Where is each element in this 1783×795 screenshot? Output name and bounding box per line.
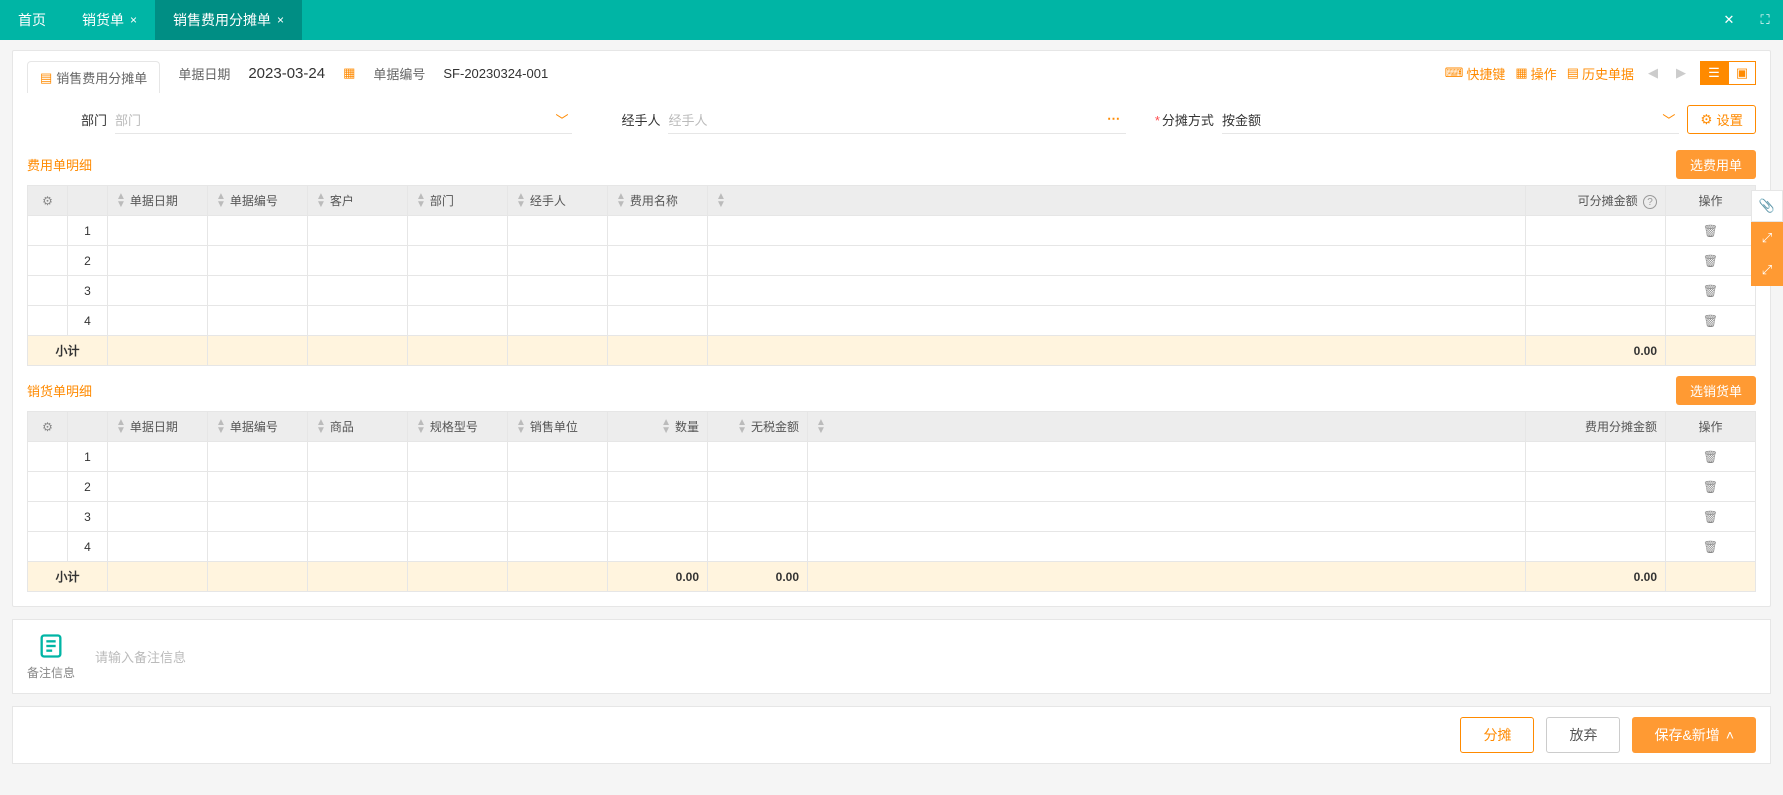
delete-icon[interactable]: 🗑	[1703, 450, 1718, 464]
side-rail: 📎 ⤢ ⤢	[1751, 190, 1783, 286]
subtotal-row: 小计 0.00	[28, 336, 1756, 366]
method-select[interactable]: 按金额 ﹀	[1222, 106, 1679, 134]
col-alloc[interactable]: 可分摊金额 ?	[1526, 186, 1666, 216]
handler-label: 经手人	[580, 110, 660, 129]
col-qty[interactable]: ▲▼数量	[608, 412, 708, 442]
table-row[interactable]: 3🗑	[28, 502, 1756, 532]
table-row[interactable]: 1🗑	[28, 216, 1756, 246]
col-customer[interactable]: ▲▼客户	[308, 186, 408, 216]
expand-icon: ⤢	[1762, 230, 1772, 246]
close-icon[interactable]: ×	[277, 13, 284, 27]
paperclip-icon: 📎	[1759, 198, 1775, 214]
history-button[interactable]: ▤ 历史单据	[1567, 64, 1634, 83]
delete-icon[interactable]: 🗑	[1703, 480, 1718, 494]
delete-icon[interactable]: 🗑	[1703, 540, 1718, 554]
gear-header[interactable]: ⚙	[28, 186, 68, 216]
date-label: 单据日期	[178, 64, 230, 83]
col-docno[interactable]: ▲▼单据编号	[208, 412, 308, 442]
view-standard-button[interactable]: ☰	[1700, 61, 1728, 85]
gear-icon: ⚙	[1700, 112, 1712, 128]
attachment-button[interactable]: 📎	[1751, 190, 1783, 222]
subtotal-row: 小计 0.00 0.00 0.00	[28, 562, 1756, 592]
view-compact-button[interactable]: ▣	[1728, 61, 1756, 85]
docno-label: 单据编号	[373, 64, 425, 83]
window-close-button[interactable]: ✕	[1711, 0, 1747, 40]
handler-select[interactable]: 经手人 ⋯	[668, 106, 1125, 134]
col-feename[interactable]: ▲▼费用名称	[608, 186, 708, 216]
col-notax[interactable]: ▲▼无税金额	[708, 412, 808, 442]
expand-button[interactable]: ⤢	[1751, 222, 1783, 254]
col-handler[interactable]: ▲▼经手人	[508, 186, 608, 216]
remarks-section: 备注信息 请输入备注信息	[12, 619, 1771, 694]
sec1-title: 费用单明细	[27, 155, 92, 174]
col-spec[interactable]: ▲▼规格型号	[408, 412, 508, 442]
chevron-down-icon: ﹀	[555, 110, 568, 129]
col-product[interactable]: ▲▼商品	[308, 412, 408, 442]
top-tabs: 首页 销货单× 销售费用分摊单× ✕ ⛶	[0, 0, 1783, 40]
document-icon: ▤	[40, 70, 52, 86]
form-type-label: 销售费用分摊单	[56, 68, 147, 87]
table-row[interactable]: 1🗑	[28, 442, 1756, 472]
help-icon[interactable]: ?	[1643, 195, 1657, 209]
settings-button[interactable]: ⚙设置	[1687, 105, 1756, 134]
close-icon[interactable]: ×	[130, 13, 137, 27]
remarks-label: 备注信息	[27, 664, 75, 681]
gear-icon: ⚙	[42, 420, 53, 434]
table-row[interactable]: 2🗑	[28, 246, 1756, 276]
discard-button[interactable]: 放弃	[1546, 717, 1620, 753]
select-sales-button[interactable]: 选销货单	[1676, 376, 1756, 405]
delete-icon[interactable]: 🗑	[1703, 254, 1718, 268]
table-row[interactable]: 4🗑	[28, 532, 1756, 562]
table-row[interactable]: 3🗑	[28, 276, 1756, 306]
chevron-up-icon: ˄	[1726, 727, 1734, 743]
date-value[interactable]: 2023-03-24	[248, 65, 325, 82]
prev-doc-icon[interactable]: ◀	[1644, 65, 1662, 81]
expense-detail-table: ⚙ ▲▼单据日期 ▲▼单据编号 ▲▼客户 ▲▼部门 ▲▼经手人 ▲▼费用名称 ▲…	[27, 185, 1756, 366]
docno-value: SF-20230324-001	[443, 66, 548, 81]
table-row[interactable]: 2🗑	[28, 472, 1756, 502]
sec2-title: 销货单明细	[27, 381, 92, 400]
more-icon: ⋯	[1107, 111, 1122, 127]
gear-header[interactable]: ⚙	[28, 412, 68, 442]
window-fullscreen-button[interactable]: ⛶	[1747, 0, 1783, 40]
select-expense-button[interactable]: 选费用单	[1676, 150, 1756, 179]
col-date[interactable]: ▲▼单据日期	[108, 412, 208, 442]
notes-icon	[37, 632, 65, 660]
delete-icon[interactable]: 🗑	[1703, 314, 1718, 328]
expand-icon: ⤢	[1762, 262, 1772, 278]
delete-icon[interactable]: 🗑	[1703, 284, 1718, 298]
col-dept[interactable]: ▲▼部门	[408, 186, 508, 216]
table-row[interactable]: 4🗑	[28, 306, 1756, 336]
col-ops: 操作	[1666, 186, 1756, 216]
save-and-new-button[interactable]: 保存&新增 ˄	[1632, 717, 1756, 753]
footer-actions: 分摊 放弃 保存&新增 ˄	[12, 706, 1771, 764]
method-label: *分摊方式	[1134, 110, 1214, 129]
chevron-down-icon: ﹀	[1662, 110, 1675, 129]
sales-detail-table: ⚙ ▲▼单据日期 ▲▼单据编号 ▲▼商品 ▲▼规格型号 ▲▼销售单位 ▲▼数量 …	[27, 411, 1756, 592]
col-ops: 操作	[1666, 412, 1756, 442]
col-unit[interactable]: ▲▼销售单位	[508, 412, 608, 442]
next-doc-icon[interactable]: ▶	[1672, 65, 1690, 81]
col-docno[interactable]: ▲▼单据编号	[208, 186, 308, 216]
expand-button-2[interactable]: ⤢	[1751, 254, 1783, 286]
col-alloc[interactable]: 费用分摊金额	[1526, 412, 1666, 442]
ops-button[interactable]: ▦ 操作	[1515, 64, 1556, 83]
main-form-card: ▤ 销售费用分摊单 单据日期 2023-03-24 ▦ 单据编号 SF-2023…	[12, 50, 1771, 607]
tab-home[interactable]: 首页	[0, 0, 64, 40]
form-type-tab[interactable]: ▤ 销售费用分摊单	[27, 61, 160, 93]
tab-expense-alloc[interactable]: 销售费用分摊单×	[155, 0, 302, 40]
delete-icon[interactable]: 🗑	[1703, 510, 1718, 524]
remarks-input[interactable]: 请输入备注信息	[95, 647, 1756, 666]
col-date[interactable]: ▲▼单据日期	[108, 186, 208, 216]
tab-sales-order[interactable]: 销货单×	[64, 0, 155, 40]
gear-icon: ⚙	[42, 194, 53, 208]
shortcut-button[interactable]: ⌨ 快捷键	[1445, 64, 1506, 83]
allocate-button[interactable]: 分摊	[1460, 717, 1534, 753]
dept-label: 部门	[27, 110, 107, 129]
delete-icon[interactable]: 🗑	[1703, 224, 1718, 238]
calendar-icon[interactable]: ▦	[343, 65, 355, 81]
dept-select[interactable]: 部门 ﹀	[115, 106, 572, 134]
